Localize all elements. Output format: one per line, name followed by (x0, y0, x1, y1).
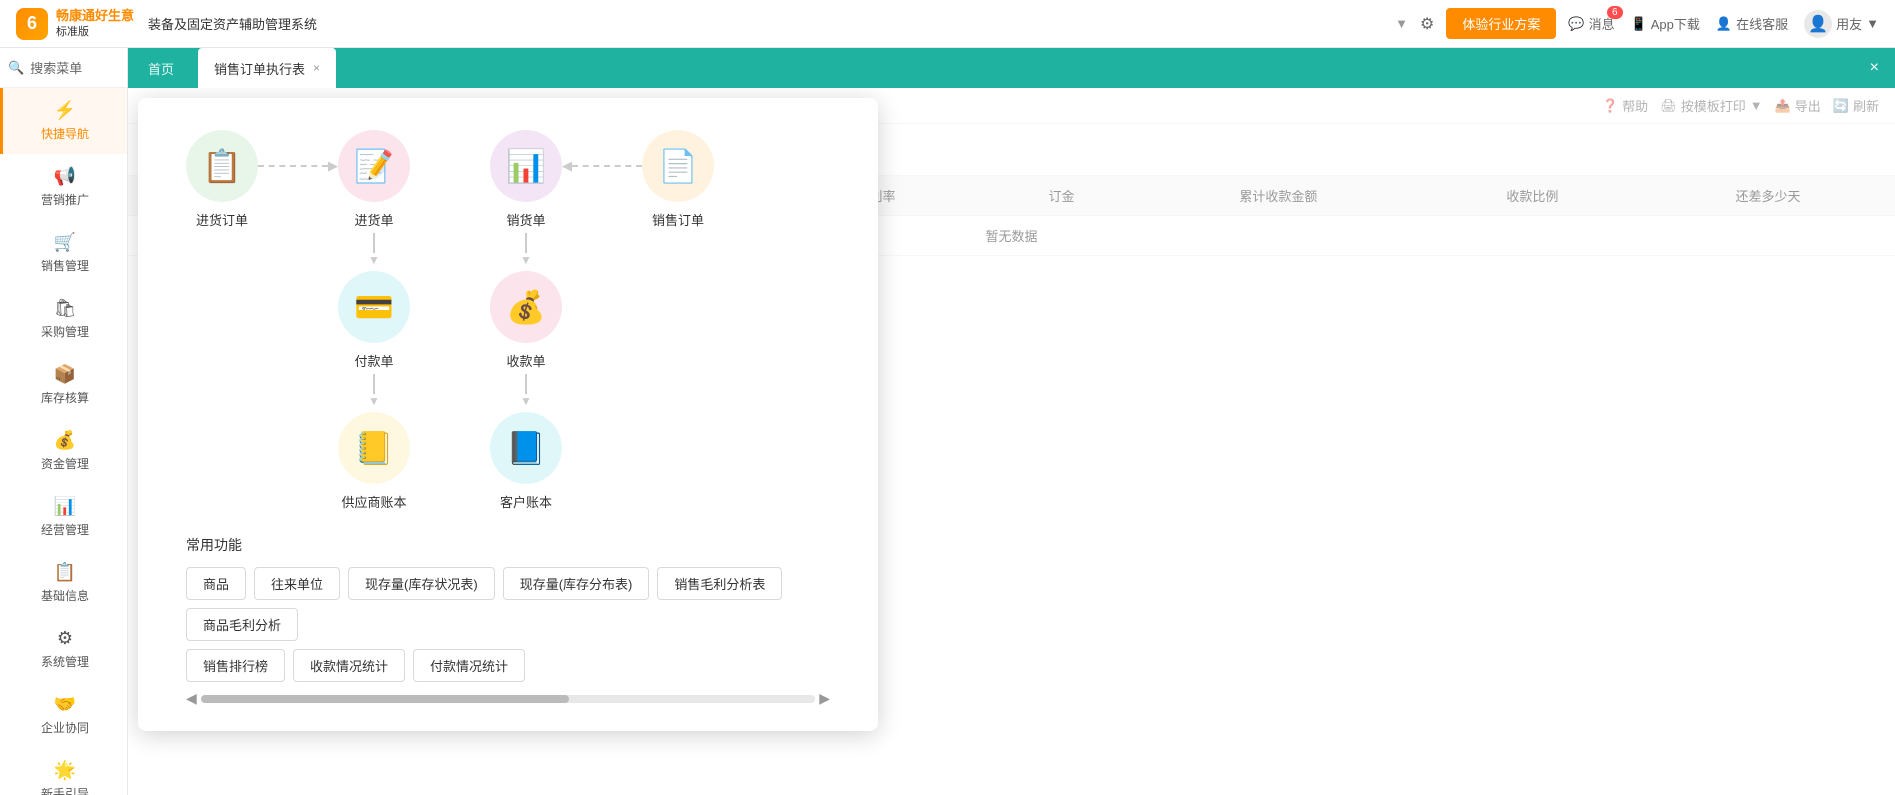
sidebar-item-finance[interactable]: 💰 资金管理 (0, 418, 127, 484)
func-btn-payment-stats[interactable]: 付款情况统计 (413, 649, 525, 682)
receipt-bill-label: 收款单 (506, 351, 545, 370)
customer-ledger-label: 客户账本 (500, 492, 552, 511)
purchase-order-label: 进货订单 (196, 210, 248, 229)
supplier-ledger-circle: 📒 (338, 412, 410, 484)
flow-node-payment-bill: 💳 付款单 (338, 271, 410, 370)
avatar: 👤 (1804, 10, 1832, 38)
purchase-order-circle: 📋 (186, 130, 258, 202)
inventory-icon: 📦 (54, 364, 76, 385)
user-dropdown-icon: ▼ (1866, 16, 1879, 31)
sidebar-item-sales[interactable]: 🛒 销售管理 (0, 220, 127, 286)
quick-nav-icon: ⚡ (54, 100, 76, 121)
purchase-bill-label: 进货单 (354, 210, 393, 229)
func-btn-inventory-dist[interactable]: 现存量(库存分布表) (503, 567, 650, 600)
common-functions-title: 常用功能 (186, 535, 830, 555)
system-name: 装备及固定资产辅助管理系统 (148, 14, 1383, 33)
func-btn-sales-ranking[interactable]: 销售排行榜 (186, 649, 285, 682)
message-action[interactable]: 💬 消息 6 (1568, 14, 1614, 33)
flow-node-purchase-bill: 📝 进货单 (338, 130, 410, 229)
content-area: 首页 销售订单执行表 × × ❓ 帮助 (128, 48, 1895, 795)
modal-box: 📋 进货订单 ▶ (138, 98, 878, 731)
receipt-bill-circle: 💰 (490, 271, 562, 343)
flow-node-sales-order: 📄 销售订单 (642, 130, 714, 229)
main-area: 🔍 搜索菜单 ⚡ 快捷导航 📢 营销推广 🛒 销售管理 🛍 采购管理 📦 (0, 48, 1895, 795)
sidebar-item-enterprise[interactable]: 🤝 企业协同 (0, 682, 127, 748)
sales-order-label: 销售订单 (652, 210, 704, 229)
tab-bar: 首页 销售订单执行表 × × (128, 48, 1895, 88)
service-icon: 👤 (1716, 16, 1732, 32)
payment-bill-label: 付款单 (354, 351, 393, 370)
page-content: ❓ 帮助 🖨 按模板打印 ▼ 📤 导出 🔄 (128, 88, 1895, 795)
search-icon: 🔍 (8, 60, 24, 76)
sales-bill-label: 销货单 (506, 210, 545, 229)
sales-order-circle: 📄 (642, 130, 714, 202)
user-action[interactable]: 👤 用友 ▼ (1804, 10, 1879, 38)
scroll-track (201, 695, 815, 703)
flow-node-receipt-bill: 💰 收款单 (490, 271, 562, 370)
experience-button[interactable]: 体验行业方案 (1446, 8, 1556, 39)
sidebar-item-inventory[interactable]: 📦 库存核算 (0, 352, 127, 418)
logo-icon: 6 (16, 8, 48, 40)
func-btn-contacts[interactable]: 往来单位 (254, 567, 340, 600)
sales-icon: 🛒 (54, 232, 76, 253)
tab-home[interactable]: 首页 (128, 48, 194, 88)
operations-icon: 📊 (54, 496, 76, 517)
guide-icon: 🌟 (54, 760, 76, 781)
sales-bill-circle: 📊 (490, 130, 562, 202)
scroll-thumb (201, 695, 570, 703)
scroll-left-icon[interactable]: ◀ (186, 690, 197, 707)
sidebar-item-sys-mgmt[interactable]: ⚙ 系统管理 (0, 616, 127, 682)
logo-text: 畅康通好生意 标准版 (56, 8, 134, 39)
scroll-right-icon[interactable]: ▶ (819, 690, 830, 707)
flow-node-customer-ledger: 📘 客户账本 (490, 412, 562, 511)
func-btn-receipt-stats[interactable]: 收款情况统计 (293, 649, 405, 682)
close-all-tabs-button[interactable]: × (1854, 59, 1895, 77)
logo-area: 6 畅康通好生意 标准版 (16, 8, 136, 40)
enterprise-icon: 🤝 (54, 694, 76, 715)
marketing-icon: 📢 (54, 166, 76, 187)
search-menu[interactable]: 🔍 搜索菜单 (0, 48, 127, 88)
func-buttons-row2: 销售排行榜 收款情况统计 付款情况统计 (186, 649, 830, 682)
sidebar-item-guide[interactable]: 🌟 新手引导 (0, 748, 127, 795)
flow-node-purchase-order: 📋 进货订单 (186, 130, 258, 229)
tab-close-button[interactable]: × (313, 61, 320, 75)
func-buttons-row1: 商品 往来单位 现存量(库存状况表) 现存量(库存分布表) 销售毛利分析表 商品… (186, 567, 830, 641)
online-service-action[interactable]: 👤 在线客服 (1716, 14, 1788, 33)
tab-sales-order[interactable]: 销售订单执行表 × (198, 48, 336, 88)
message-badge: 6 (1607, 6, 1623, 19)
scroll-indicator: ◀ ▶ (186, 690, 830, 707)
sidebar-item-base-info[interactable]: 📋 基础信息 (0, 550, 127, 616)
customer-ledger-circle: 📘 (490, 412, 562, 484)
supplier-ledger-label: 供应商账本 (341, 492, 406, 511)
flow-node-supplier-ledger: 📒 供应商账本 (338, 412, 410, 511)
finance-icon: 💰 (54, 430, 76, 451)
app-download-action[interactable]: 📱 App下载 (1631, 14, 1700, 33)
modal-overlay: 📋 进货订单 ▶ (128, 88, 1895, 795)
settings-button[interactable]: ⚙ (1420, 14, 1434, 34)
top-bar-right: 💬 消息 6 📱 App下载 👤 在线客服 👤 用友 ▼ (1568, 10, 1879, 38)
purchase-bill-circle: 📝 (338, 130, 410, 202)
message-icon: 💬 (1568, 16, 1584, 32)
dropdown-arrow-icon[interactable]: ▼ (1395, 16, 1408, 31)
common-functions: 常用功能 商品 往来单位 现存量(库存状况表) 现存量(库存分布表) 销售毛利分… (186, 535, 830, 682)
payment-bill-circle: 💳 (338, 271, 410, 343)
func-btn-sales-profit[interactable]: 销售毛利分析表 (657, 567, 782, 600)
func-btn-product-profit[interactable]: 商品毛利分析 (186, 608, 298, 641)
func-btn-inventory-status[interactable]: 现存量(库存状况表) (348, 567, 495, 600)
sys-mgmt-icon: ⚙ (57, 628, 73, 649)
sidebar-item-purchase[interactable]: 🛍 采购管理 (0, 286, 127, 352)
purchase-icon: 🛍 (54, 298, 77, 319)
download-icon: 📱 (1631, 16, 1647, 32)
base-info-icon: 📋 (54, 562, 76, 583)
sidebar: 🔍 搜索菜单 ⚡ 快捷导航 📢 营销推广 🛒 销售管理 🛍 采购管理 📦 (0, 48, 128, 795)
func-btn-product[interactable]: 商品 (186, 567, 246, 600)
top-bar: 6 畅康通好生意 标准版 装备及固定资产辅助管理系统 ▼ ⚙ 体验行业方案 💬 … (0, 0, 1895, 48)
sidebar-item-operations[interactable]: 📊 经营管理 (0, 484, 127, 550)
flow-node-sales-bill: 📊 销货单 (490, 130, 562, 229)
sidebar-item-quick-nav[interactable]: ⚡ 快捷导航 (0, 88, 127, 154)
sidebar-item-marketing[interactable]: 📢 营销推广 (0, 154, 127, 220)
